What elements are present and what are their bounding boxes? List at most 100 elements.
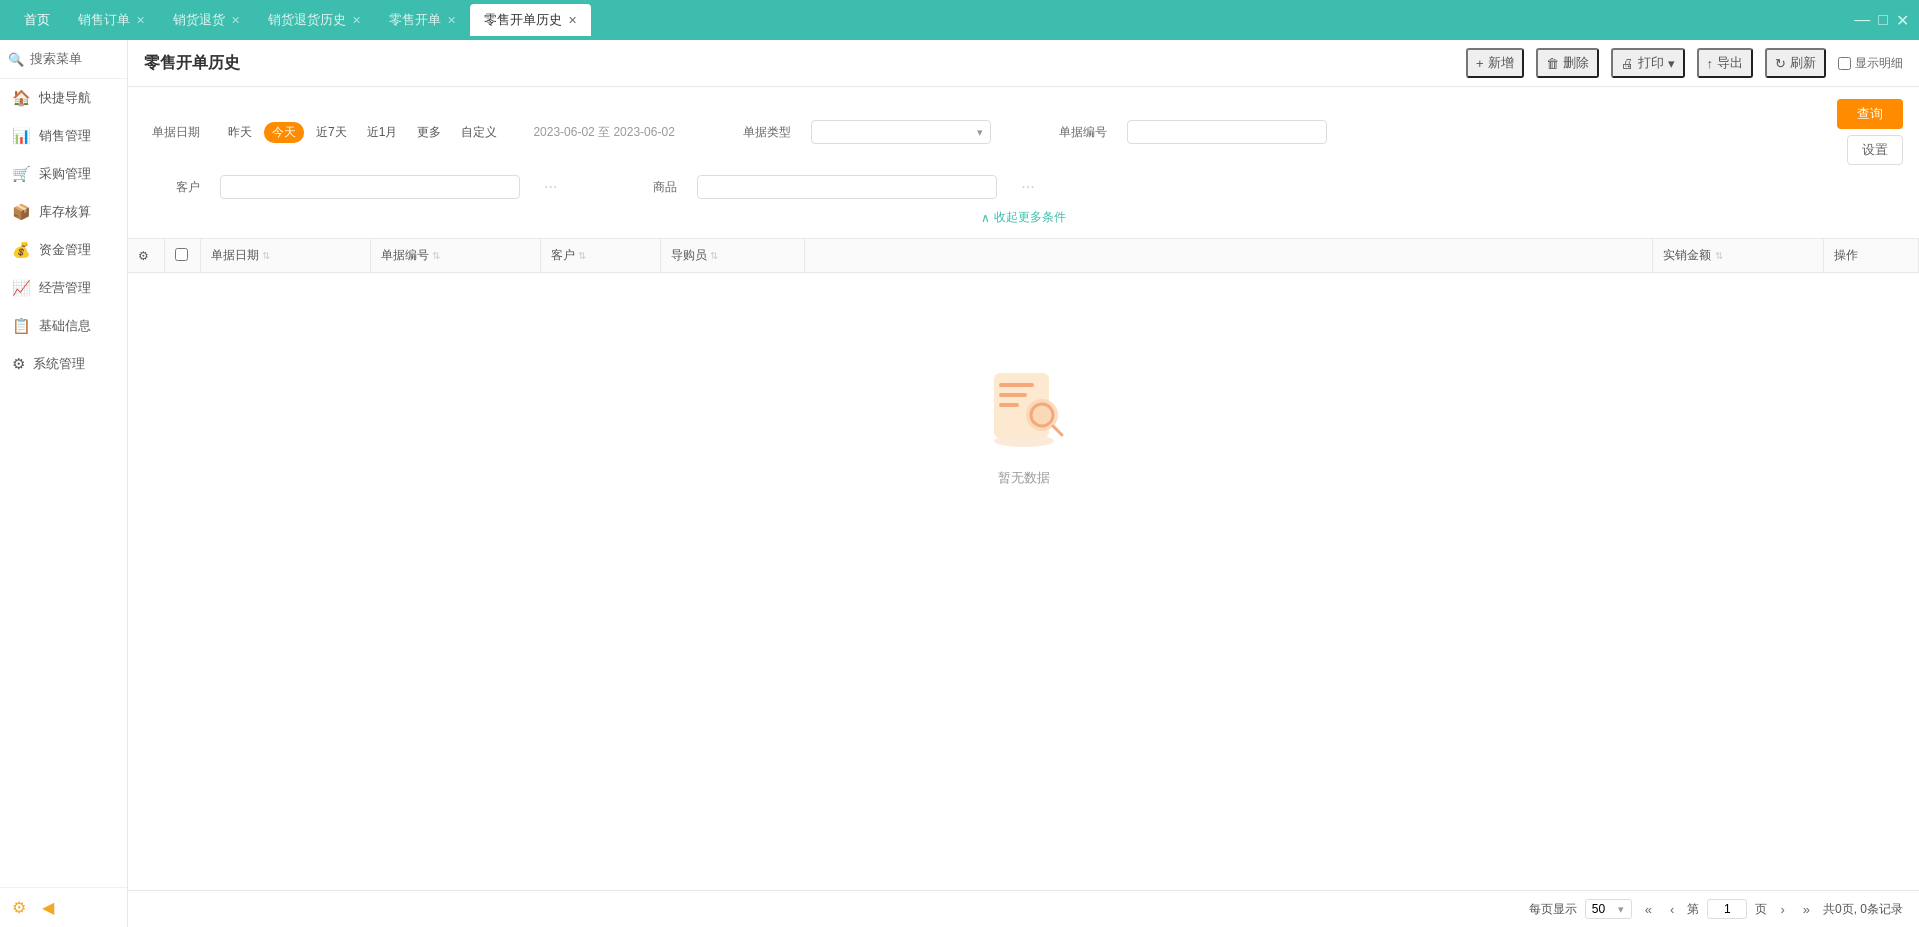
per-page-select[interactable]: 10 20 50 100 xyxy=(1585,899,1632,919)
tab-retail-open-close[interactable]: ✕ xyxy=(447,14,456,27)
tab-home[interactable]: 首页 xyxy=(10,4,64,36)
system-icon: ⚙ xyxy=(12,355,25,373)
page-summary: 共0页, 0条记录 xyxy=(1823,901,1903,918)
tab-home-label: 首页 xyxy=(24,11,50,29)
select-all-checkbox[interactable] xyxy=(175,248,188,261)
goods-dots[interactable]: ··· xyxy=(1017,178,1038,196)
tab-sales-return-history-label: 销货退货历史 xyxy=(268,11,346,29)
date-btn-7days[interactable]: 近7天 xyxy=(308,122,355,143)
date-btn-custom[interactable]: 自定义 xyxy=(453,122,505,143)
th-guide-label: 导购员 xyxy=(671,248,707,262)
add-button[interactable]: + 新增 xyxy=(1466,48,1524,78)
sidebar-search[interactable]: 🔍 搜索菜单 xyxy=(0,40,127,79)
search-icon: 🔍 xyxy=(8,52,24,67)
tab-sales-return-history[interactable]: 销货退货历史 ✕ xyxy=(254,4,375,36)
sidebar-item-finance[interactable]: 💰 资金管理 xyxy=(0,231,127,269)
display-detail-checkbox[interactable] xyxy=(1838,57,1851,70)
tab-retail-history[interactable]: 零售开单历史 ✕ xyxy=(470,4,591,36)
customer-input[interactable] xyxy=(220,175,520,199)
goods-input[interactable] xyxy=(697,175,997,199)
footer-settings-btn[interactable]: ⚙ xyxy=(12,898,26,917)
sidebar: 🔍 搜索菜单 🏠 快捷导航 📊 销售管理 🛒 采购管理 📦 库存核算 💰 资金管… xyxy=(0,40,128,927)
per-page-label: 每页显示 xyxy=(1529,901,1577,918)
date-btn-today[interactable]: 今天 xyxy=(264,122,304,143)
tab-sales-order-close[interactable]: ✕ xyxy=(136,14,145,27)
display-detail-label[interactable]: 显示明细 xyxy=(1838,55,1903,72)
display-detail-text: 显示明细 xyxy=(1855,55,1903,72)
sort-date-icon[interactable]: ⇅ xyxy=(262,250,270,261)
th-amount[interactable]: 实销金额 ⇅ xyxy=(1653,239,1823,273)
content-area: 零售开单历史 + 新增 🗑 删除 🖨 打印 ▾ ↑ 导出 xyxy=(128,40,1919,927)
delete-button[interactable]: 🗑 删除 xyxy=(1536,48,1599,78)
footer-collapse-btn[interactable]: ◀ xyxy=(42,898,54,917)
th-order-no[interactable]: 单据编号 ⇅ xyxy=(370,239,540,273)
sort-amount-icon[interactable]: ⇅ xyxy=(1715,250,1723,261)
order-type-select-wrapper xyxy=(811,120,991,144)
th-date[interactable]: 单据日期 ⇅ xyxy=(200,239,370,273)
date-btn-1month[interactable]: 近1月 xyxy=(359,122,406,143)
sidebar-item-purchase-mgmt[interactable]: 🛒 采购管理 xyxy=(0,155,127,193)
page-title: 零售开单历史 xyxy=(144,53,240,74)
query-setting-col: 查询 设置 xyxy=(1837,99,1903,165)
query-button[interactable]: 查询 xyxy=(1837,99,1903,129)
next-page-btn[interactable]: › xyxy=(1775,900,1789,919)
goods-label: 商品 xyxy=(621,179,677,196)
sidebar-item-base-info[interactable]: 📋 基础信息 xyxy=(0,307,127,345)
sidebar-item-quick-nav[interactable]: 🏠 快捷导航 xyxy=(0,79,127,117)
close-btn[interactable]: ✕ xyxy=(1896,11,1909,30)
empty-icon xyxy=(974,353,1074,453)
print-label: 打印 xyxy=(1638,54,1664,72)
order-no-input[interactable] xyxy=(1127,120,1327,144)
th-customer-label: 客户 xyxy=(551,248,575,262)
first-page-btn[interactable]: « xyxy=(1640,900,1657,919)
th-guide[interactable]: 导购员 ⇅ xyxy=(660,239,805,273)
th-customer[interactable]: 客户 ⇅ xyxy=(541,239,660,273)
operations-icon: 📈 xyxy=(12,279,31,297)
collapse-button[interactable]: ∧ 收起更多条件 xyxy=(981,209,1066,226)
inventory-icon: 📦 xyxy=(12,203,31,221)
tab-sales-return-history-close[interactable]: ✕ xyxy=(352,14,361,27)
setting-button[interactable]: 设置 xyxy=(1847,135,1903,165)
tab-retail-history-close[interactable]: ✕ xyxy=(568,14,577,27)
tab-sales-order[interactable]: 销售订单 ✕ xyxy=(64,4,159,36)
main-layout: 🔍 搜索菜单 🏠 快捷导航 📊 销售管理 🛒 采购管理 📦 库存核算 💰 资金管… xyxy=(0,40,1919,927)
customer-dots[interactable]: ··· xyxy=(540,178,561,196)
last-page-btn[interactable]: » xyxy=(1798,900,1815,919)
maximize-btn[interactable]: □ xyxy=(1878,11,1888,30)
sort-order-no-icon[interactable]: ⇅ xyxy=(432,250,440,261)
tab-retail-open[interactable]: 零售开单 ✕ xyxy=(375,4,470,36)
prev-page-btn[interactable]: ‹ xyxy=(1665,900,1679,919)
delete-label: 删除 xyxy=(1563,54,1589,72)
tab-retail-history-label: 零售开单历史 xyxy=(484,11,562,29)
quick-nav-icon: 🏠 xyxy=(12,89,31,107)
svg-rect-2 xyxy=(999,383,1034,387)
tab-sales-return-close[interactable]: ✕ xyxy=(231,14,240,27)
tab-sales-return[interactable]: 销货退货 ✕ xyxy=(159,4,254,36)
export-label: 导出 xyxy=(1717,54,1743,72)
table-header-row: ⚙ 单据日期 ⇅ 单据编号 ⇅ xyxy=(128,239,1919,273)
th-settings[interactable]: ⚙ xyxy=(128,239,164,273)
date-btn-yesterday[interactable]: 昨天 xyxy=(220,122,260,143)
settings-icon[interactable]: ⚙ xyxy=(138,249,149,263)
th-checkbox[interactable] xyxy=(164,239,200,273)
refresh-button[interactable]: ↻ 刷新 xyxy=(1765,48,1826,78)
minimize-btn[interactable]: — xyxy=(1854,11,1870,30)
page-number-input[interactable] xyxy=(1707,899,1747,919)
date-filter-buttons: 昨天 今天 近7天 近1月 更多 自定义 xyxy=(220,122,505,143)
export-button[interactable]: ↑ 导出 xyxy=(1697,48,1754,78)
sidebar-item-system[interactable]: ⚙ 系统管理 xyxy=(0,345,127,383)
tab-retail-open-label: 零售开单 xyxy=(389,11,441,29)
sort-guide-icon[interactable]: ⇅ xyxy=(710,250,718,261)
print-dropdown-icon: ▾ xyxy=(1668,56,1675,71)
print-button[interactable]: 🖨 打印 ▾ xyxy=(1611,48,1685,78)
filter-area: 单据日期 昨天 今天 近7天 近1月 更多 自定义 2023-06-02 至 2… xyxy=(128,87,1919,239)
th-action-label: 操作 xyxy=(1834,248,1858,262)
sidebar-item-sales-mgmt[interactable]: 📊 销售管理 xyxy=(0,117,127,155)
base-info-icon: 📋 xyxy=(12,317,31,335)
customer-label: 客户 xyxy=(144,179,200,196)
sidebar-item-operations[interactable]: 📈 经营管理 xyxy=(0,269,127,307)
order-type-select[interactable] xyxy=(811,120,991,144)
date-btn-more[interactable]: 更多 xyxy=(409,122,449,143)
sidebar-item-inventory[interactable]: 📦 库存核算 xyxy=(0,193,127,231)
sort-customer-icon[interactable]: ⇅ xyxy=(578,250,586,261)
